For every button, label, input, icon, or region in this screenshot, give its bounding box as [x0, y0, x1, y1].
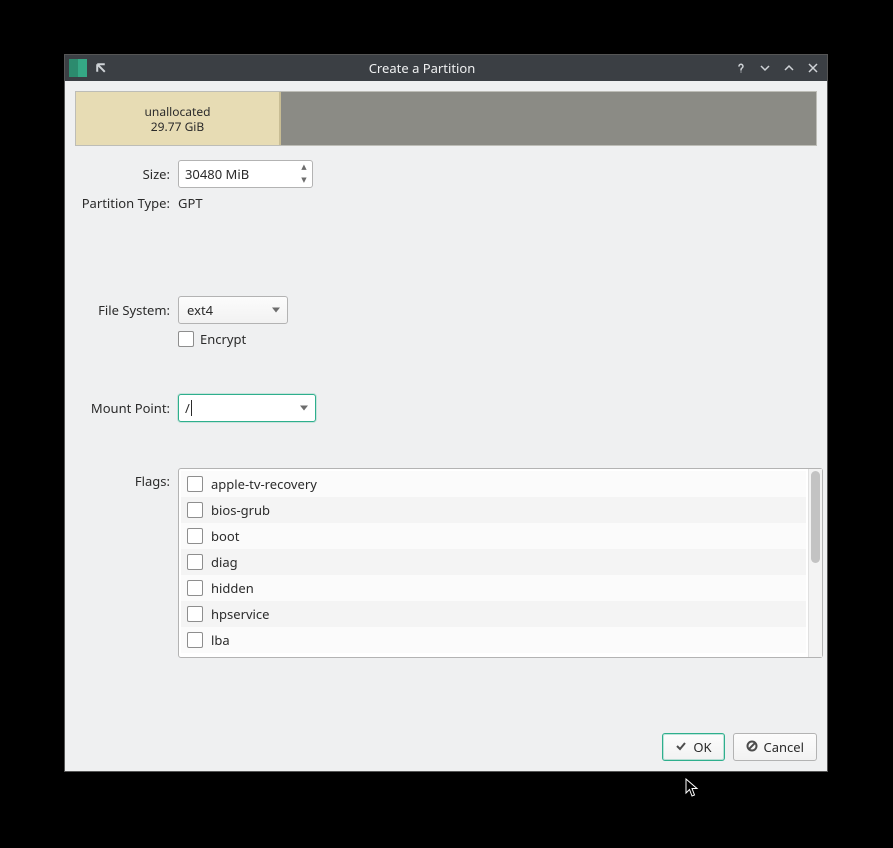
flags-listbox: apple-tv-recovery bios-grub boot diag hidden…	[178, 468, 823, 658]
flag-row[interactable]: boot	[181, 523, 806, 549]
encrypt-checkbox[interactable]	[178, 331, 194, 347]
minimize-button[interactable]	[755, 58, 775, 78]
ok-button[interactable]: OK	[662, 733, 724, 761]
text-cursor	[191, 400, 192, 416]
partition-visual-bar: unallocated 29.77 GiB	[75, 91, 817, 146]
flag-checkbox[interactable]	[187, 502, 203, 518]
cancel-button[interactable]: Cancel	[733, 733, 817, 761]
cancel-icon	[746, 738, 758, 756]
mount-point-label: Mount Point:	[75, 399, 170, 417]
size-spinbox[interactable]: 30480 MiB ▲ ▼	[178, 160, 313, 188]
flag-row[interactable]: bios-grub	[181, 497, 806, 523]
help-button[interactable]	[731, 58, 751, 78]
flag-checkbox[interactable]	[187, 580, 203, 596]
flag-label: bios-grub	[211, 501, 270, 519]
flags-scrollbar[interactable]	[808, 469, 822, 657]
unallocated-label: unallocated	[145, 104, 211, 119]
mount-point-combobox[interactable]: /	[178, 394, 316, 422]
size-label: Size:	[75, 165, 170, 183]
unallocated-size: 29.77 GiB	[151, 119, 204, 134]
flag-checkbox[interactable]	[187, 476, 203, 492]
flag-label: hidden	[211, 579, 254, 597]
file-system-combobox[interactable]: ext4	[178, 296, 288, 324]
partition-type-value: GPT	[178, 194, 823, 212]
flags-scrollbar-thumb[interactable]	[811, 471, 820, 563]
file-system-value: ext4	[187, 301, 213, 319]
flag-checkbox[interactable]	[187, 528, 203, 544]
manjaro-logo-icon	[69, 59, 87, 77]
size-spin-down[interactable]: ▼	[296, 174, 312, 187]
window-title: Create a Partition	[113, 59, 731, 77]
flag-row[interactable]: hpservice	[181, 601, 806, 627]
flag-label: hpservice	[211, 605, 270, 623]
flag-row[interactable]: diag	[181, 549, 806, 575]
file-system-label: File System:	[75, 301, 170, 319]
mouse-cursor-icon	[685, 778, 699, 803]
size-value: 30480 MiB	[185, 165, 249, 183]
encrypt-label: Encrypt	[200, 330, 246, 348]
flag-checkbox[interactable]	[187, 554, 203, 570]
flag-label: diag	[211, 553, 238, 571]
flags-label: Flags:	[75, 472, 170, 490]
pin-window-button[interactable]	[93, 60, 109, 76]
flag-label: lba	[211, 631, 230, 649]
flag-label: apple-tv-recovery	[211, 475, 317, 493]
titlebar: Create a Partition	[65, 55, 827, 81]
flag-checkbox[interactable]	[187, 606, 203, 622]
close-button[interactable]	[803, 58, 823, 78]
flag-checkbox[interactable]	[187, 632, 203, 648]
flag-row[interactable]: hidden	[181, 575, 806, 601]
flag-row[interactable]: apple-tv-recovery	[181, 471, 806, 497]
maximize-button[interactable]	[779, 58, 799, 78]
cancel-button-label: Cancel	[764, 738, 804, 756]
partition-type-label: Partition Type:	[75, 194, 170, 212]
flag-row[interactable]: lba	[181, 627, 806, 653]
ok-button-label: OK	[693, 738, 711, 756]
size-spin-up[interactable]: ▲	[296, 161, 312, 174]
mount-point-value: /	[185, 399, 190, 417]
create-partition-dialog: Create a Partition unallocated 29.77 GiB	[65, 55, 827, 771]
unallocated-region[interactable]: unallocated 29.77 GiB	[76, 92, 281, 145]
flag-label: boot	[211, 527, 239, 545]
check-icon	[675, 738, 687, 756]
